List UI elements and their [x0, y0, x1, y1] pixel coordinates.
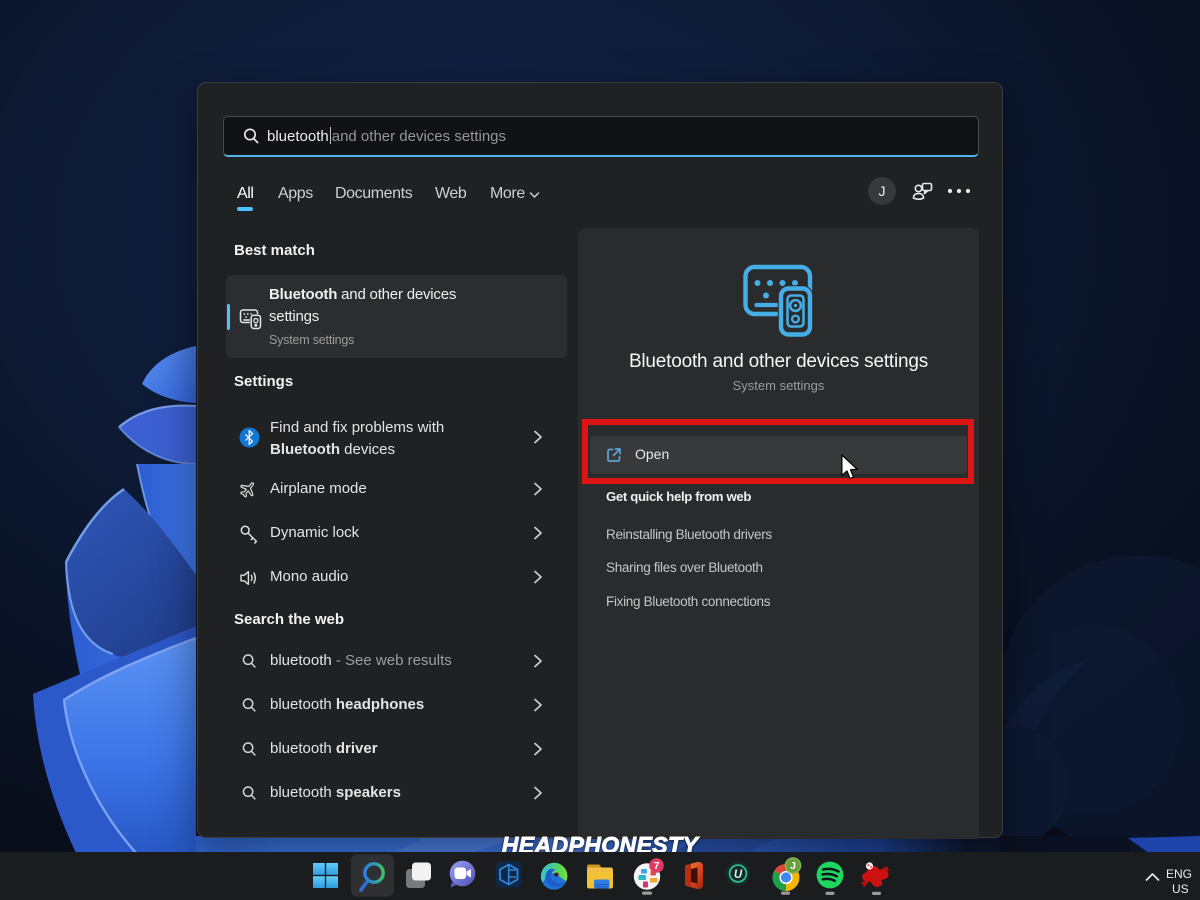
- svg-text:J: J: [790, 860, 796, 872]
- svg-text:7: 7: [654, 860, 660, 872]
- svg-text:ENG: ENG: [1166, 867, 1192, 881]
- svg-text:U: U: [734, 869, 743, 881]
- svg-text:US: US: [1172, 882, 1189, 896]
